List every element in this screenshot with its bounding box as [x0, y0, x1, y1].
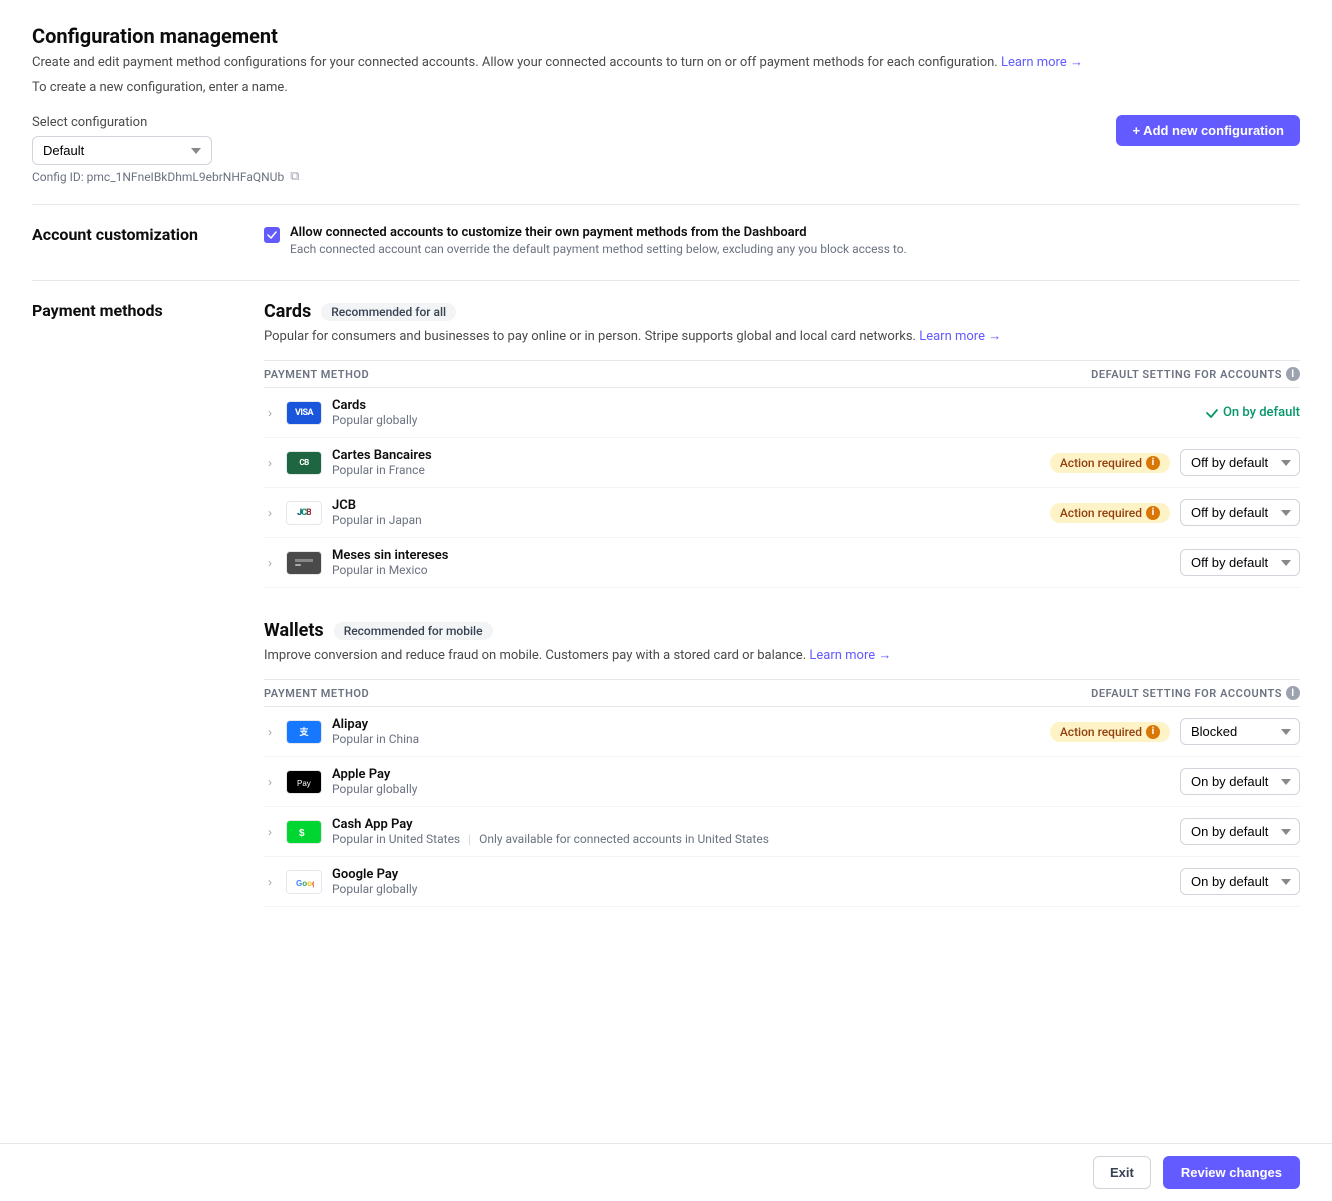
cards-table-header: PAYMENT METHOD DEFAULT SETTING FOR ACCOU…: [264, 360, 1300, 388]
cards-group-desc: Popular for consumers and businesses to …: [264, 328, 1300, 344]
jcb-action-badge: Action required i: [1050, 503, 1170, 523]
cash-app-pay-icon: $: [286, 820, 322, 844]
apple-pay-name: Apple Pay: [332, 767, 417, 782]
cards-group-header: Cards Recommended for all: [264, 301, 1300, 322]
cash-app-pay-expand-button[interactable]: ›: [264, 821, 276, 843]
payment-row-cards: › VISA Cards Popular globally On by defa…: [264, 388, 1300, 438]
meses-sub: Popular in Mexico: [332, 563, 448, 577]
jcb-action-info-icon[interactable]: i: [1146, 506, 1160, 520]
payment-row-meses-sin-intereses: › Meses sin intereses Popular in Mexico …: [264, 538, 1300, 588]
config-id-text: Config ID: pmc_1NFneIBkDhmL9ebrNHFaQNUb: [32, 170, 284, 184]
copy-icon[interactable]: ⧉: [290, 169, 299, 184]
google-pay-sub: Popular globally: [332, 882, 417, 896]
google-pay-expand-button[interactable]: ›: [264, 871, 276, 893]
cartes-bancaires-icon: CB: [286, 451, 322, 475]
cartes-bancaires-action-info-icon[interactable]: i: [1146, 456, 1160, 470]
review-changes-button[interactable]: Review changes: [1163, 1156, 1300, 1189]
google-pay-dropdown[interactable]: On by default Off by default Blocked: [1180, 868, 1300, 895]
payment-row-cartes-bancaires: › CB Cartes Bancaires Popular in France …: [264, 438, 1300, 488]
cards-learn-more-link[interactable]: Learn more: [919, 329, 1001, 344]
alipay-expand-button[interactable]: ›: [264, 721, 276, 743]
alipay-action-badge: Action required i: [1050, 722, 1170, 742]
svg-text:$: $: [299, 828, 305, 839]
footer-bar: Exit Review changes: [0, 1143, 1332, 1201]
alipay-name: Alipay: [332, 717, 419, 732]
payment-methods-title: Payment methods: [32, 301, 232, 320]
meses-icon: [286, 551, 322, 575]
jcb-name: JCB: [332, 498, 422, 513]
meses-dropdown[interactable]: Off by default On by default Blocked: [1180, 549, 1300, 576]
apple-pay-sub: Popular globally: [332, 782, 417, 796]
cards-sub: Popular globally: [332, 413, 417, 427]
account-customization-title: Account customization: [32, 225, 232, 244]
wallets-group-title: Wallets: [264, 620, 324, 641]
wallets-table-header: PAYMENT METHOD DEFAULT SETTING FOR ACCOU…: [264, 679, 1300, 707]
cards-group-title: Cards: [264, 301, 311, 322]
page-subtitle: Create and edit payment method configura…: [32, 54, 1300, 70]
add-new-configuration-button[interactable]: + Add new configuration: [1116, 115, 1300, 146]
cash-app-pay-name: Cash App Pay: [332, 817, 769, 832]
google-pay-icon: Goog: [286, 870, 322, 894]
cartes-bancaires-dropdown[interactable]: Off by default On by default Blocked: [1180, 449, 1300, 476]
select-config-label: Select configuration: [32, 115, 299, 130]
config-select[interactable]: Default: [32, 136, 212, 165]
alipay-icon: 支: [286, 720, 322, 744]
apple-pay-expand-button[interactable]: ›: [264, 771, 276, 793]
page-title: Configuration management: [32, 24, 1300, 48]
header-learn-more-link[interactable]: Learn more: [1001, 55, 1083, 70]
wallets-learn-more-link[interactable]: Learn more: [809, 648, 891, 663]
payment-row-apple-pay: › Pay Apple Pay Popular globally On by d…: [264, 757, 1300, 807]
alipay-sub: Popular in China: [332, 732, 419, 746]
cards-name: Cards: [332, 398, 417, 413]
cards-badge: Recommended for all: [321, 303, 456, 321]
cartes-bancaires-sub: Popular in France: [332, 463, 432, 477]
cash-app-pay-dropdown[interactable]: On by default Off by default Blocked: [1180, 818, 1300, 845]
svg-text:Pay: Pay: [297, 779, 311, 788]
apple-pay-icon: Pay: [286, 770, 322, 794]
cards-table-header-info-icon[interactable]: i: [1286, 367, 1300, 381]
google-pay-name: Google Pay: [332, 867, 417, 882]
payment-row-google-pay: › Goog Google Pay Popular globally: [264, 857, 1300, 907]
jcb-sub: Popular in Japan: [332, 513, 422, 527]
account-customization-checkbox-label: Allow connected accounts to customize th…: [290, 225, 907, 240]
apple-pay-dropdown[interactable]: On by default Off by default Blocked: [1180, 768, 1300, 795]
jcb-dropdown[interactable]: Off by default On by default Blocked: [1180, 499, 1300, 526]
meses-expand-button[interactable]: ›: [264, 552, 276, 574]
wallets-group-header: Wallets Recommended for mobile: [264, 620, 1300, 641]
account-customization-checkbox[interactable]: [264, 227, 280, 243]
cartes-bancaires-action-badge: Action required i: [1050, 453, 1170, 473]
jcb-icon: JCB: [286, 501, 322, 525]
alipay-action-info-icon[interactable]: i: [1146, 725, 1160, 739]
svg-text:Goog: Goog: [296, 879, 314, 888]
wallets-group-desc: Improve conversion and reduce fraud on m…: [264, 647, 1300, 663]
exit-button[interactable]: Exit: [1093, 1156, 1151, 1189]
jcb-expand-button[interactable]: ›: [264, 502, 276, 524]
cards-status: On by default: [1205, 405, 1300, 420]
cash-app-pay-sub: Popular in United States | Only availabl…: [332, 832, 769, 846]
wallets-badge: Recommended for mobile: [334, 622, 493, 640]
alipay-dropdown[interactable]: Blocked On by default Off by default: [1180, 718, 1300, 745]
cartes-bancaires-name: Cartes Bancaires: [332, 448, 432, 463]
account-customization-checkbox-sub: Each connected account can override the …: [290, 242, 907, 256]
payment-row-alipay: › 支 Alipay Popular in China Action requi…: [264, 707, 1300, 757]
wallets-table-header-info-icon[interactable]: i: [1286, 686, 1300, 700]
payment-row-cash-app-pay: › $ Cash App Pay Popular in United State…: [264, 807, 1300, 857]
payment-row-jcb: › JCB JCB Popular in Japan Action requir…: [264, 488, 1300, 538]
cards-icon: VISA: [286, 401, 322, 425]
meses-name: Meses sin intereses: [332, 548, 448, 563]
cards-expand-button[interactable]: ›: [264, 402, 276, 424]
new-config-hint: To create a new configuration, enter a n…: [32, 80, 1300, 95]
cartes-bancaires-expand-button[interactable]: ›: [264, 452, 276, 474]
